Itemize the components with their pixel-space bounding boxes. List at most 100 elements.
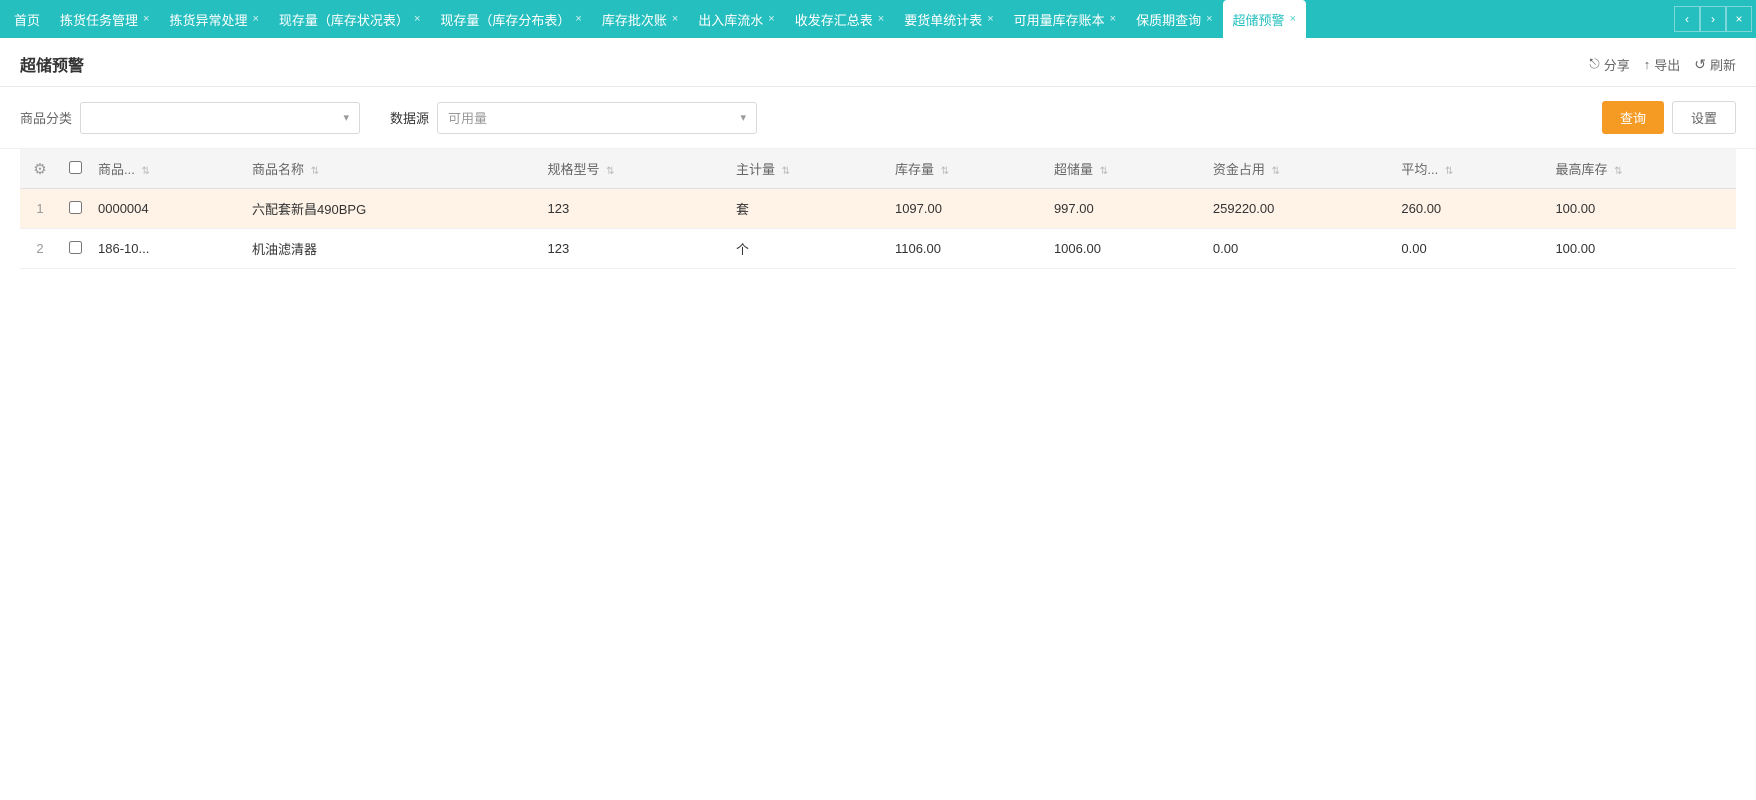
close-icon[interactable]: × bbox=[878, 13, 884, 25]
close-icon[interactable]: × bbox=[143, 13, 149, 25]
row-number: 1 bbox=[20, 189, 60, 229]
sort-icon: ⇅ bbox=[1100, 166, 1108, 177]
row-checkbox[interactable] bbox=[69, 201, 82, 214]
close-icon[interactable]: × bbox=[672, 13, 678, 25]
nav-prev-button[interactable]: ‹ bbox=[1674, 6, 1700, 32]
export-button[interactable]: ↑ 导出 bbox=[1644, 55, 1681, 74]
spec-cell: 123 bbox=[540, 229, 728, 269]
category-filter: 商品分类 ▾ bbox=[20, 102, 360, 134]
datasource-select[interactable]: 可用量 ▾ bbox=[437, 102, 757, 134]
close-icon[interactable]: × bbox=[1206, 13, 1212, 25]
header-actions: ⎋ 分享 ↑ 导出 ↺ 刷新 bbox=[1589, 55, 1736, 74]
nav-item-order-stats[interactable]: 要货单统计表 × bbox=[894, 0, 1003, 38]
col-unit-header[interactable]: 主计量 ⇅ bbox=[728, 149, 887, 189]
sort-icon: ⇅ bbox=[311, 166, 319, 177]
main-content: 超储预警 ⎋ 分享 ↑ 导出 ↺ 刷新 商品分类 ▾ 数据源 bbox=[0, 38, 1756, 800]
sort-icon: ⇅ bbox=[1272, 166, 1280, 177]
datasource-label: 数据源 bbox=[390, 108, 429, 127]
nav-item-available-stock[interactable]: 可用量库存账本 × bbox=[1004, 0, 1126, 38]
select-all-checkbox[interactable] bbox=[69, 161, 82, 174]
product-name-cell: 机油滤清器 bbox=[244, 229, 539, 269]
table-row: 1 0000004 六配套新昌490BPG 123 套 1097.00 997.… bbox=[20, 189, 1736, 229]
col-gear: ⚙ bbox=[20, 149, 60, 189]
share-button[interactable]: ⎋ 分享 bbox=[1589, 55, 1629, 74]
col-avg-header[interactable]: 平均... ⇅ bbox=[1393, 149, 1547, 189]
nav-item-stock-status[interactable]: 现存量（库存状况表） × bbox=[269, 0, 430, 38]
product-code-cell: 186-10... bbox=[90, 229, 244, 269]
nav-item-picking-task[interactable]: 拣货任务管理 × bbox=[50, 0, 159, 38]
table-header-row: ⚙ 商品... ⇅ 商品名称 ⇅ 规格型号 ⇅ bbox=[20, 149, 1736, 189]
share-icon: ⎋ bbox=[1589, 56, 1599, 72]
product-code-cell: 0000004 bbox=[90, 189, 244, 229]
col-maxstock-header[interactable]: 最高库存 ⇅ bbox=[1547, 149, 1736, 189]
overstock-cell: 1006.00 bbox=[1046, 229, 1205, 269]
spec-cell: 123 bbox=[540, 189, 728, 229]
avg-cell: 0.00 bbox=[1393, 229, 1547, 269]
close-icon[interactable]: × bbox=[768, 13, 774, 25]
maxstock-cell: 100.00 bbox=[1547, 229, 1736, 269]
table-row: 2 186-10... 机油滤清器 123 个 1106.00 1006.00 … bbox=[20, 229, 1736, 269]
close-icon[interactable]: × bbox=[1110, 13, 1116, 25]
page-title: 超储预警 bbox=[20, 52, 84, 76]
refresh-button[interactable]: ↺ 刷新 bbox=[1694, 55, 1736, 74]
unit-cell: 个 bbox=[728, 229, 887, 269]
capital-cell: 0.00 bbox=[1205, 229, 1393, 269]
nav-item-inout-flow[interactable]: 出入库流水 × bbox=[688, 0, 784, 38]
sort-icon: ⇅ bbox=[606, 166, 614, 177]
nav-item-stock-dist[interactable]: 现存量（库存分布表） × bbox=[430, 0, 591, 38]
sort-icon: ⇅ bbox=[782, 166, 790, 177]
maxstock-cell: 100.00 bbox=[1547, 189, 1736, 229]
col-checkbox-header bbox=[60, 149, 90, 189]
sort-icon: ⇅ bbox=[941, 166, 949, 177]
nav-item-quality-period[interactable]: 保质期查询 × bbox=[1126, 0, 1222, 38]
stock-cell: 1106.00 bbox=[887, 229, 1046, 269]
col-capital-header[interactable]: 资金占用 ⇅ bbox=[1205, 149, 1393, 189]
nav-next-button[interactable]: › bbox=[1700, 6, 1726, 32]
category-label: 商品分类 bbox=[20, 108, 72, 127]
row-checkbox-cell bbox=[60, 189, 90, 229]
filter-actions: 查询 设置 bbox=[1602, 101, 1736, 134]
nav-item-picking-exception[interactable]: 拣货异常处理 × bbox=[159, 0, 268, 38]
close-icon[interactable]: × bbox=[252, 13, 258, 25]
row-checkbox[interactable] bbox=[69, 241, 82, 254]
sort-icon: ⇅ bbox=[141, 166, 149, 177]
nav-item-summary[interactable]: 收发存汇总表 × bbox=[785, 0, 894, 38]
nav-arrows: ‹ › × bbox=[1674, 6, 1752, 32]
close-icon[interactable]: × bbox=[987, 13, 993, 25]
chevron-down-icon: ▾ bbox=[741, 111, 747, 124]
nav-item-home[interactable]: 首页 bbox=[4, 0, 50, 38]
nav-more-button[interactable]: × bbox=[1726, 6, 1752, 32]
table-container: ⚙ 商品... ⇅ 商品名称 ⇅ 规格型号 ⇅ bbox=[0, 149, 1756, 269]
row-checkbox-cell bbox=[60, 229, 90, 269]
refresh-icon: ↺ bbox=[1694, 56, 1706, 73]
col-product-code-header[interactable]: 商品... ⇅ bbox=[90, 149, 244, 189]
overstock-table: ⚙ 商品... ⇅ 商品名称 ⇅ 规格型号 ⇅ bbox=[20, 149, 1736, 269]
filter-row: 商品分类 ▾ 数据源 可用量 ▾ 查询 设置 bbox=[0, 87, 1756, 149]
close-icon[interactable]: × bbox=[575, 13, 581, 25]
query-button[interactable]: 查询 bbox=[1602, 101, 1664, 134]
close-icon[interactable]: × bbox=[414, 13, 420, 25]
col-spec-header[interactable]: 规格型号 ⇅ bbox=[540, 149, 728, 189]
sort-icon: ⇅ bbox=[1445, 166, 1453, 177]
stock-cell: 1097.00 bbox=[887, 189, 1046, 229]
settings-button[interactable]: 设置 bbox=[1672, 101, 1736, 134]
datasource-value: 可用量 bbox=[448, 108, 487, 127]
category-select[interactable]: ▾ bbox=[80, 102, 360, 134]
avg-cell: 260.00 bbox=[1393, 189, 1547, 229]
nav-item-overstock-warning[interactable]: 超储预警 × bbox=[1223, 0, 1306, 38]
chevron-down-icon: ▾ bbox=[343, 111, 349, 124]
datasource-filter: 数据源 可用量 ▾ bbox=[390, 102, 757, 134]
product-name-cell: 六配套新昌490BPG bbox=[244, 189, 539, 229]
close-icon[interactable]: × bbox=[1290, 13, 1296, 25]
col-product-name-header[interactable]: 商品名称 ⇅ bbox=[244, 149, 539, 189]
overstock-cell: 997.00 bbox=[1046, 189, 1205, 229]
capital-cell: 259220.00 bbox=[1205, 189, 1393, 229]
nav-item-batch-account[interactable]: 库存批次账 × bbox=[592, 0, 688, 38]
col-overstock-header[interactable]: 超储量 ⇅ bbox=[1046, 149, 1205, 189]
col-stock-header[interactable]: 库存量 ⇅ bbox=[887, 149, 1046, 189]
page-header: 超储预警 ⎋ 分享 ↑ 导出 ↺ 刷新 bbox=[0, 38, 1756, 87]
gear-icon[interactable]: ⚙ bbox=[33, 161, 46, 178]
row-number: 2 bbox=[20, 229, 60, 269]
unit-cell: 套 bbox=[728, 189, 887, 229]
sort-icon: ⇅ bbox=[1614, 166, 1622, 177]
